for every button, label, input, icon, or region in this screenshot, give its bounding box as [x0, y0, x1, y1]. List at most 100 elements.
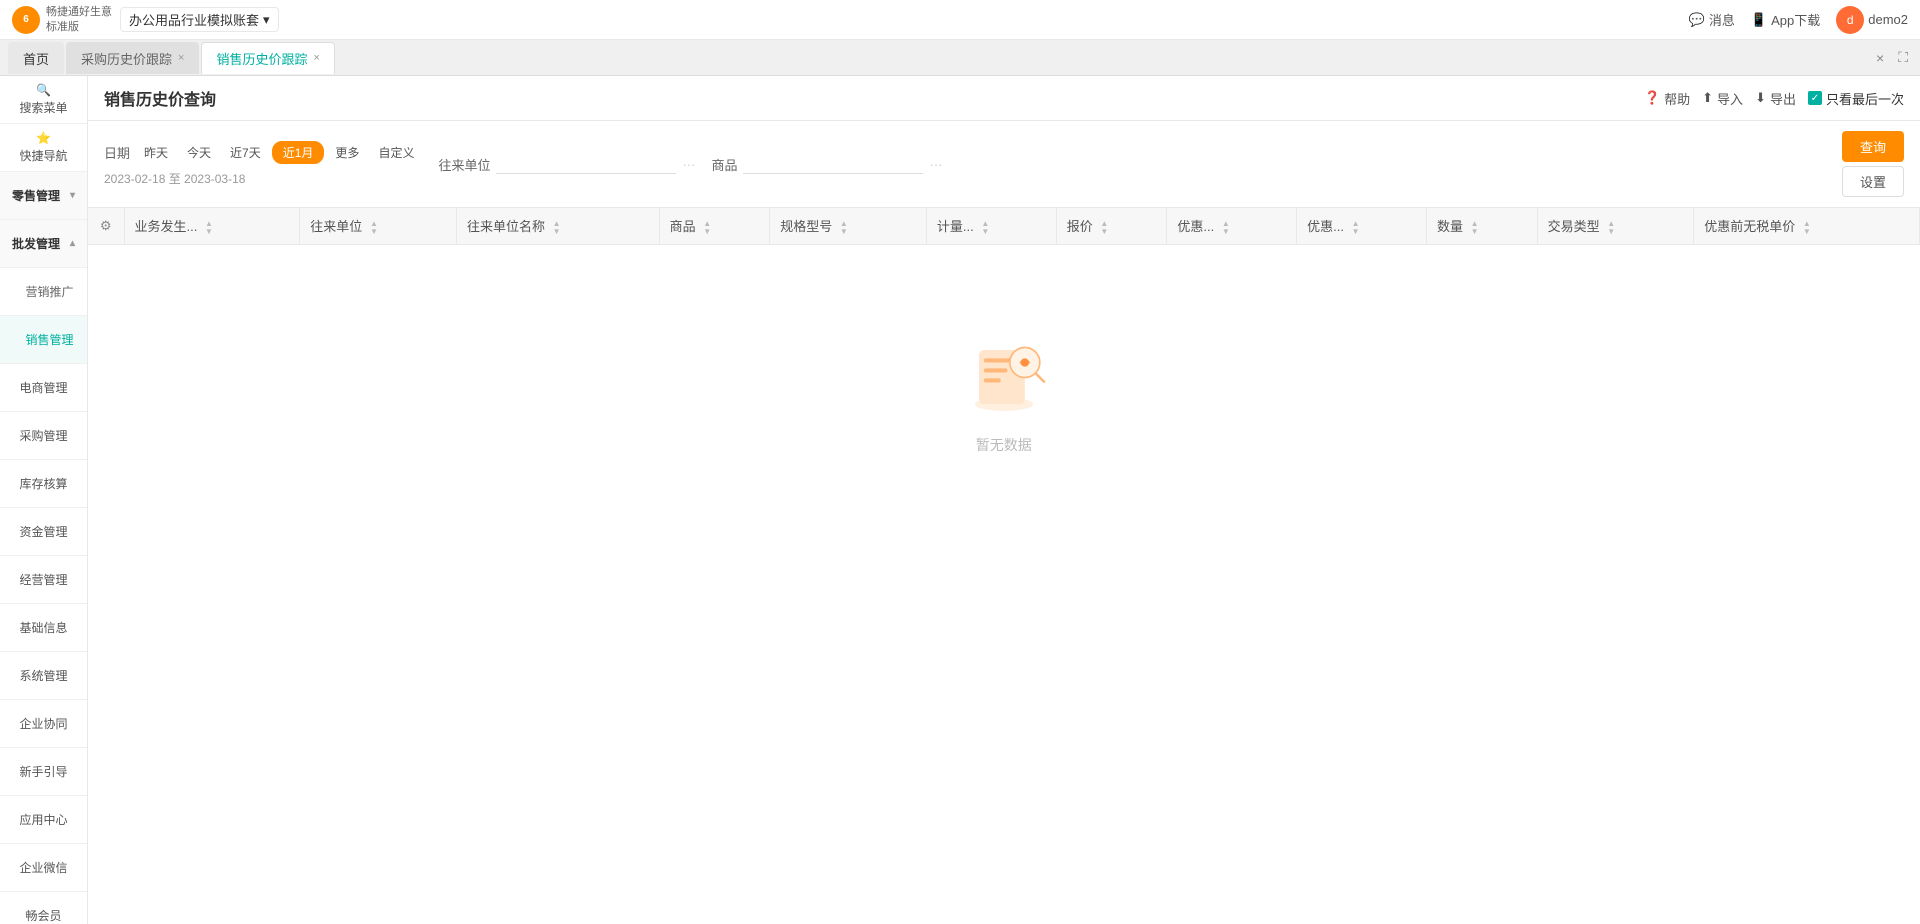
- data-table: ⚙ 业务发生... ▲▼ 往来单位 ▲▼ 往来单位名称 ▲▼: [88, 208, 1920, 535]
- date-btn-more[interactable]: 更多: [327, 141, 367, 164]
- search-icon: 🔍: [36, 83, 51, 97]
- sidebar-item-appcenter[interactable]: 应用中心: [0, 796, 87, 844]
- settings-button[interactable]: 设置: [1842, 166, 1904, 197]
- sidebar-item-system[interactable]: 系统管理: [0, 652, 87, 700]
- header-left: 6 畅捷通好生意 标准版 办公用品行业模拟账套 ▾: [12, 5, 279, 34]
- export-icon: ⬇: [1755, 90, 1766, 106]
- date-btn-today[interactable]: 今天: [179, 141, 219, 164]
- page-title: 销售历史价查询: [104, 86, 216, 110]
- sidebar-item-marketing[interactable]: 营销推广: [0, 268, 87, 316]
- export-button[interactable]: ⬇ 导出: [1755, 89, 1796, 108]
- sort-icon-unit: ▲▼: [981, 220, 989, 236]
- tab-purchase-history[interactable]: 采购历史价跟踪 ×: [66, 42, 199, 74]
- sort-icon-spec: ▲▼: [840, 220, 848, 236]
- partner-filter-group: 往来单位 ···: [438, 154, 695, 174]
- th-trade-type[interactable]: 交易类型 ▲▼: [1537, 208, 1694, 244]
- sidebar-item-wholesale[interactable]: 批发管理 ▴: [0, 220, 87, 268]
- download-icon: 📱: [1751, 12, 1767, 28]
- sort-icon-discount1: ▲▼: [1222, 220, 1230, 236]
- empty-text: 暂无数据: [976, 435, 1032, 455]
- goods-dots[interactable]: ···: [929, 157, 942, 172]
- sort-icon-quote: ▲▼: [1100, 220, 1108, 236]
- page-actions: ❓ 帮助 ⬆ 导入 ⬇ 导出 ✓ 只看最后一次: [1644, 89, 1904, 108]
- date-btn-yesterday[interactable]: 昨天: [136, 141, 176, 164]
- sort-icon-partner-name: ▲▼: [553, 220, 561, 236]
- chevron-right-icon: ▾: [70, 190, 75, 201]
- th-quantity[interactable]: 数量 ▲▼: [1426, 208, 1537, 244]
- sort-icon-discount2: ▲▼: [1352, 220, 1360, 236]
- th-quote[interactable]: 报价 ▲▼: [1056, 208, 1167, 244]
- th-spec[interactable]: 规格型号 ▲▼: [770, 208, 927, 244]
- close-all-tabs-button[interactable]: ×: [1872, 46, 1888, 70]
- sidebar-item-retail[interactable]: 零售管理 ▾: [0, 172, 87, 220]
- tab-sales-close[interactable]: ×: [313, 53, 319, 64]
- partner-input[interactable]: [496, 154, 676, 174]
- sidebar: 🔍 搜索菜单 ⭐ 快捷导航 零售管理 ▾ 批发管理 ▴ 营销推广 销售管理 电商…: [0, 76, 88, 924]
- th-unit[interactable]: 计量... ▲▼: [926, 208, 1056, 244]
- goods-input[interactable]: [743, 154, 923, 174]
- date-btn-custom[interactable]: 自定义: [370, 141, 422, 164]
- import-icon: ⬆: [1702, 90, 1713, 106]
- th-discount2[interactable]: 优惠... ▲▼: [1297, 208, 1427, 244]
- checkbox-icon: ✓: [1808, 91, 1822, 105]
- gear-icon[interactable]: ⚙: [100, 218, 112, 233]
- tab-purchase-close[interactable]: ×: [178, 53, 184, 64]
- sort-icon-biz-date: ▲▼: [205, 220, 213, 236]
- th-partner-name[interactable]: 往来单位名称 ▲▼: [456, 208, 659, 244]
- tab-home[interactable]: 首页: [8, 42, 64, 74]
- table-header-row: ⚙ 业务发生... ▲▼ 往来单位 ▲▼ 往来单位名称 ▲▼: [88, 208, 1920, 244]
- query-button[interactable]: 查询: [1842, 131, 1904, 162]
- help-button[interactable]: ❓ 帮助: [1644, 89, 1690, 108]
- th-goods[interactable]: 商品 ▲▼: [659, 208, 770, 244]
- th-settings: ⚙: [88, 208, 124, 244]
- date-btn-last1month[interactable]: 近1月: [272, 141, 325, 164]
- sidebar-item-inventory[interactable]: 库存核算: [0, 460, 87, 508]
- logo-icon: 6: [12, 6, 40, 34]
- date-filter-group: 日期 昨天 今天 近7天 近1月 更多 自定义: [104, 141, 422, 164]
- top-header: 6 畅捷通好生意 标准版 办公用品行业模拟账套 ▾ 💬 消息 📱 App下载 d…: [0, 0, 1920, 40]
- sort-icon-trade-type: ▲▼: [1607, 220, 1615, 236]
- message-icon: 💬: [1689, 12, 1705, 28]
- date-btn-last7days[interactable]: 近7天: [222, 141, 269, 164]
- message-button[interactable]: 💬 消息: [1689, 10, 1735, 29]
- chevron-down-icon: ▴: [70, 238, 75, 249]
- th-partner-code[interactable]: 往来单位 ▲▼: [300, 208, 457, 244]
- page-header: 销售历史价查询 ❓ 帮助 ⬆ 导入 ⬇ 导出 ✓ 只看最后一次: [88, 76, 1920, 121]
- empty-state: 暂无数据: [88, 245, 1920, 535]
- import-button[interactable]: ⬆ 导入: [1702, 89, 1743, 108]
- filter-actions: 查询 设置: [1842, 131, 1904, 197]
- sidebar-item-enterprise[interactable]: 企业协同: [0, 700, 87, 748]
- th-discount1[interactable]: 优惠... ▲▼: [1167, 208, 1297, 244]
- help-icon: ❓: [1644, 90, 1660, 106]
- header-right: 💬 消息 📱 App下载 d demo2: [1689, 6, 1908, 34]
- sidebar-item-operations[interactable]: 经营管理: [0, 556, 87, 604]
- tab-sales-history[interactable]: 销售历史价跟踪 ×: [201, 42, 334, 74]
- th-tax-price[interactable]: 优惠前无税单价 ▲▼: [1694, 208, 1920, 244]
- tab-bar: 首页 采购历史价跟踪 × 销售历史价跟踪 × × ⛶: [0, 40, 1920, 76]
- sidebar-item-finance[interactable]: 资金管理: [0, 508, 87, 556]
- user-profile[interactable]: d demo2: [1836, 6, 1908, 34]
- sort-icon-tax-price: ▲▼: [1803, 220, 1811, 236]
- sidebar-item-ecommerce[interactable]: 电商管理: [0, 364, 87, 412]
- goods-filter-group: 商品 ···: [711, 154, 942, 174]
- sidebar-item-sales[interactable]: 销售管理: [0, 316, 87, 364]
- sort-icon-partner-code: ▲▼: [370, 220, 378, 236]
- tab-bar-actions: × ⛶: [1872, 45, 1912, 70]
- sidebar-item-wechat[interactable]: 企业微信: [0, 844, 87, 892]
- sidebar-item-newguide[interactable]: 新手引导: [0, 748, 87, 796]
- chevron-down-icon: ▾: [263, 12, 270, 28]
- th-biz-date[interactable]: 业务发生... ▲▼: [124, 208, 300, 244]
- account-selector[interactable]: 办公用品行业模拟账套 ▾: [120, 7, 279, 32]
- sidebar-item-purchase[interactable]: 采购管理: [0, 412, 87, 460]
- table-container: ⚙ 业务发生... ▲▼ 往来单位 ▲▼ 往来单位名称 ▲▼: [88, 208, 1920, 924]
- app-download-button[interactable]: 📱 App下载: [1751, 10, 1820, 29]
- filter-bar: 日期 昨天 今天 近7天 近1月 更多 自定义 2023-02-18 至 202…: [88, 121, 1920, 208]
- sidebar-item-search[interactable]: 🔍 搜索菜单: [0, 76, 87, 124]
- partner-dots[interactable]: ···: [682, 157, 695, 172]
- sidebar-item-membership[interactable]: 畅会员: [0, 892, 87, 924]
- only-last-checkbox[interactable]: ✓ 只看最后一次: [1808, 89, 1904, 108]
- sidebar-item-quicknav[interactable]: ⭐ 快捷导航: [0, 124, 87, 172]
- sidebar-item-basic[interactable]: 基础信息: [0, 604, 87, 652]
- maximize-button[interactable]: ⛶: [1894, 45, 1912, 70]
- sort-icon-quantity: ▲▼: [1471, 220, 1479, 236]
